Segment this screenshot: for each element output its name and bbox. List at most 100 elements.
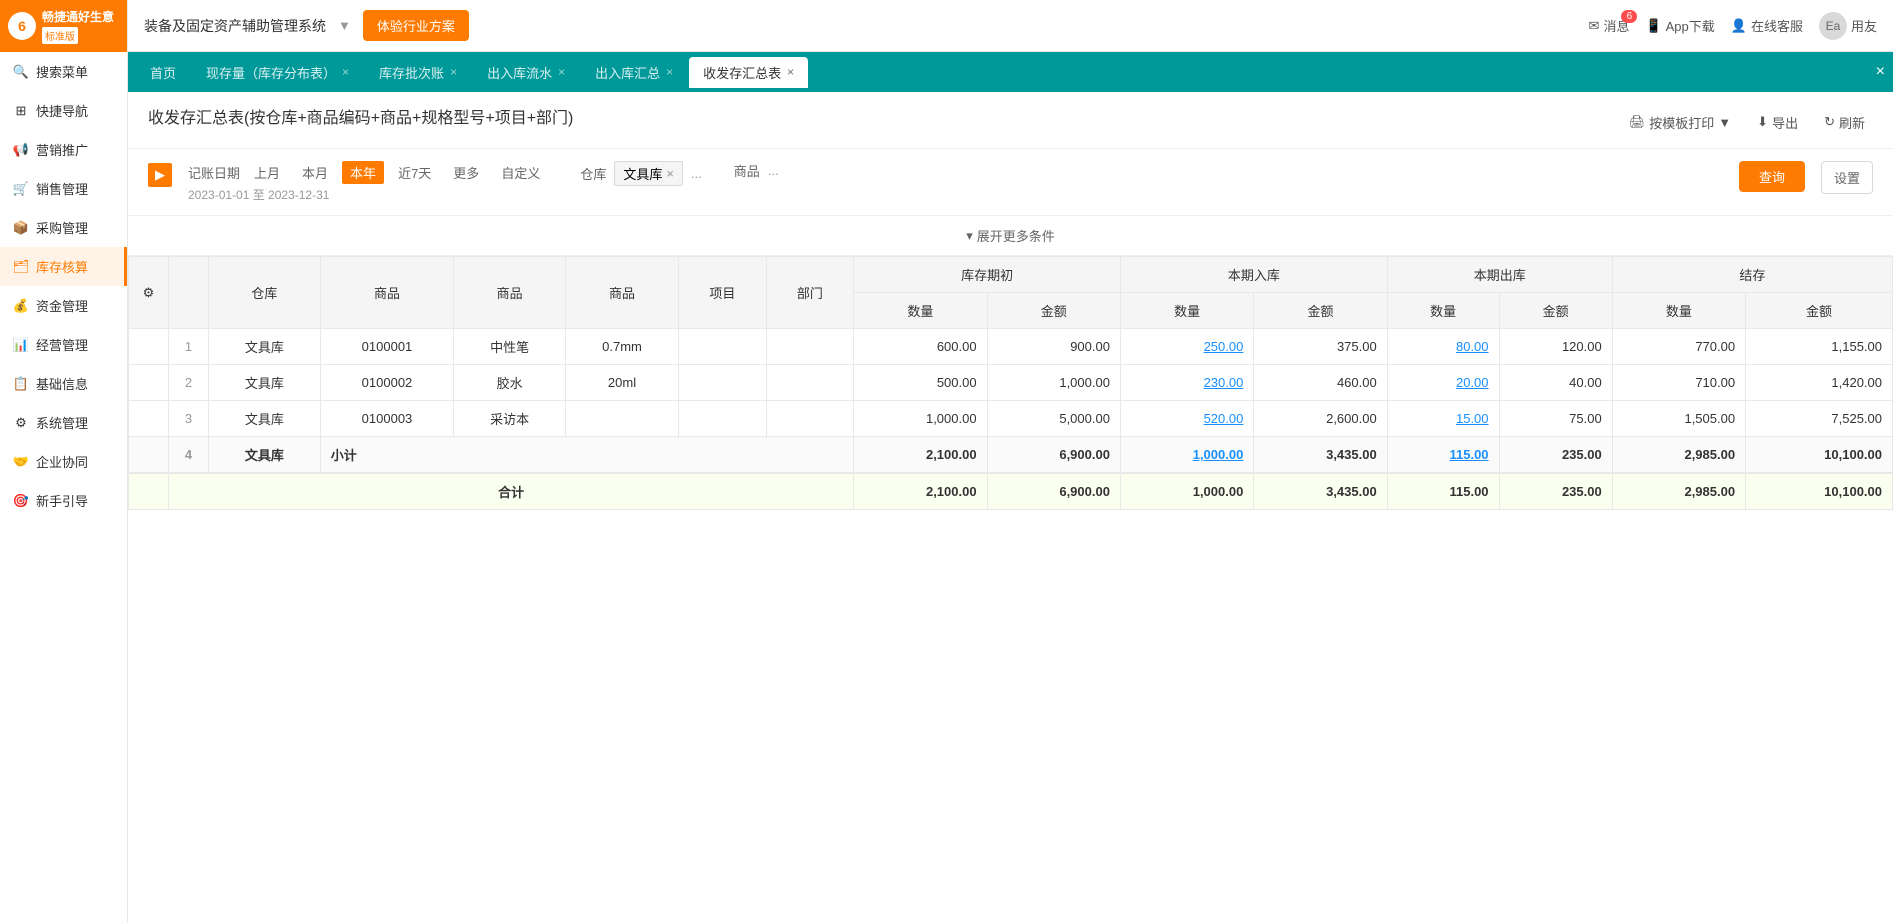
- tab-in-out-flow[interactable]: 出入库流水 ×: [473, 57, 579, 88]
- goods-more[interactable]: ...: [768, 163, 779, 178]
- table-row: 2 文具库 0100002 胶水 20ml 500.00 1,000.00 23…: [129, 365, 1893, 401]
- sidebar-item-basic-info[interactable]: 📋 基础信息: [0, 364, 127, 403]
- sidebar-item-inventory[interactable]: 🗂 库存核算: [0, 247, 127, 286]
- warehouse-filter-section: 仓库 文具库 × ...: [580, 161, 701, 186]
- row2-goods-name: 胶水: [454, 365, 566, 401]
- subtotal-out-qty[interactable]: 115.00: [1387, 437, 1499, 474]
- row3-num: 3: [169, 401, 209, 437]
- row3-out-qty[interactable]: 15.00: [1387, 401, 1499, 437]
- row3-goods-code: 0100003: [320, 401, 453, 437]
- user-action[interactable]: Ea 用友: [1819, 12, 1877, 40]
- sidebar-item-marketing[interactable]: 📢 营销推广: [0, 130, 127, 169]
- basic-info-icon: 📋: [12, 375, 30, 393]
- th-department: 部门: [766, 257, 854, 329]
- row1-balance-qty: 770.00: [1612, 329, 1745, 365]
- message-action[interactable]: ✉ 消息 6: [1589, 16, 1630, 35]
- sidebar-item-system[interactable]: ⚙ 系统管理: [0, 403, 127, 442]
- online-service-action[interactable]: 👤 在线客服: [1731, 16, 1803, 35]
- warehouse-tag[interactable]: 文具库 ×: [614, 161, 683, 186]
- row2-project: [679, 365, 767, 401]
- row1-project: [679, 329, 767, 365]
- subtotal-warehouse: 文具库: [209, 437, 321, 474]
- refresh-button[interactable]: ↻ 刷新: [1816, 109, 1873, 136]
- print-icon: 🖨: [1629, 114, 1646, 130]
- query-button[interactable]: 查询: [1739, 161, 1805, 192]
- sidebar-item-sales[interactable]: 🛒 销售管理: [0, 169, 127, 208]
- date-7days[interactable]: 近7天: [390, 161, 439, 184]
- total-row: 合计 2,100.00 6,900.00 1,000.00 3,435.00 1…: [129, 473, 1893, 510]
- tab-stock-dist-close[interactable]: ×: [342, 65, 349, 79]
- tab-bar: 首页 现存量（库存分布表） × 库存批次账 × 出入库流水 × 出入库汇总 × …: [128, 52, 1893, 92]
- sidebar-item-search[interactable]: 🔍 搜索菜单: [0, 52, 127, 91]
- tab-stock-dist[interactable]: 现存量（库存分布表） ×: [192, 57, 363, 88]
- th-num: [169, 257, 209, 329]
- sidebar-item-finance[interactable]: 💰 资金管理: [0, 286, 127, 325]
- date-more[interactable]: 更多: [445, 161, 487, 184]
- subtotal-balance-qty: 2,985.00: [1612, 437, 1745, 474]
- page-title: 收发存汇总表(按仓库+商品编码+商品+规格型号+项目+部门): [148, 104, 573, 128]
- finance-icon: 💰: [12, 297, 30, 315]
- th-in-qty: 数量: [1120, 293, 1253, 329]
- message-badge: 6: [1621, 10, 1637, 23]
- th-goods-name: 商品: [454, 257, 566, 329]
- tab-home[interactable]: 首页: [136, 57, 190, 88]
- row1-balance-amt: 1,155.00: [1746, 329, 1893, 365]
- th-settings[interactable]: ⚙: [129, 257, 169, 329]
- app-download-action[interactable]: 📱 App下载: [1645, 16, 1714, 35]
- trial-button[interactable]: 体验行业方案: [363, 10, 469, 41]
- tab-receive-send-summary-close[interactable]: ×: [787, 65, 794, 79]
- sidebar-item-quick-nav[interactable]: ⊞ 快捷导航: [0, 91, 127, 130]
- row1-out-qty[interactable]: 80.00: [1387, 329, 1499, 365]
- row2-opening-qty: 500.00: [854, 365, 987, 401]
- warehouse-more[interactable]: ...: [691, 166, 702, 181]
- table-row: 3 文具库 0100003 采访本 1,000.00 5,000.00 520.…: [129, 401, 1893, 437]
- tab-in-out-flow-close[interactable]: ×: [558, 65, 565, 79]
- row1-goods-code: 0100001: [320, 329, 453, 365]
- expand-icon: ▾: [966, 228, 973, 244]
- export-icon: ⬇: [1757, 114, 1768, 130]
- filter-toggle-button[interactable]: ▶: [148, 163, 172, 187]
- date-custom[interactable]: 自定义: [493, 161, 548, 184]
- tab-in-out-summary-close[interactable]: ×: [666, 65, 673, 79]
- row3-project: [679, 401, 767, 437]
- th-project: 项目: [679, 257, 767, 329]
- sidebar-item-operations[interactable]: 📊 经营管理: [0, 325, 127, 364]
- row2-out-qty[interactable]: 20.00: [1387, 365, 1499, 401]
- expand-more-button[interactable]: ▾ 展开更多条件: [958, 222, 1063, 249]
- data-table: ⚙ 仓库 商品 商品 商品 项目 部门 库存期初 本期入库 本期出库 结存: [128, 256, 1893, 510]
- setting-button[interactable]: 设置: [1821, 161, 1873, 194]
- row1-goods-spec: 0.7mm: [565, 329, 678, 365]
- row2-in-qty[interactable]: 230.00: [1120, 365, 1253, 401]
- row1-opening-amt: 900.00: [987, 329, 1120, 365]
- date-label: 记账日期: [188, 163, 240, 182]
- subtotal-balance-amt: 10,100.00: [1746, 437, 1893, 474]
- warehouse-tag-close[interactable]: ×: [666, 166, 674, 181]
- sidebar: 6 畅捷通好生意 标准版 🔍 搜索菜单 ⊞ 快捷导航 📢 营销推广 🛒 销售管理…: [0, 0, 128, 923]
- th-goods-spec: 商品: [565, 257, 678, 329]
- tab-batch-account[interactable]: 库存批次账 ×: [365, 57, 471, 88]
- tab-receive-send-summary[interactable]: 收发存汇总表 ×: [689, 57, 808, 88]
- tab-batch-account-close[interactable]: ×: [450, 65, 457, 79]
- row3-opening-qty: 1,000.00: [854, 401, 987, 437]
- print-button[interactable]: 🖨 按模板打印 ▼: [1621, 109, 1739, 136]
- subtotal-in-qty[interactable]: 1,000.00: [1120, 437, 1253, 474]
- date-this-year[interactable]: 本年: [342, 161, 384, 184]
- total-out-qty: 115.00: [1387, 473, 1499, 510]
- sidebar-item-newbie[interactable]: 🎯 新手引导: [0, 481, 127, 520]
- row3-in-qty[interactable]: 520.00: [1120, 401, 1253, 437]
- tab-bar-close[interactable]: ×: [1876, 63, 1885, 81]
- th-balance-group: 结存: [1612, 257, 1892, 293]
- table-row: 1 文具库 0100001 中性笔 0.7mm 600.00 900.00 25…: [129, 329, 1893, 365]
- th-balance-amt: 金额: [1746, 293, 1893, 329]
- total-settings: [129, 473, 169, 510]
- row1-in-qty[interactable]: 250.00: [1120, 329, 1253, 365]
- date-last-month[interactable]: 上月: [246, 161, 288, 184]
- export-button[interactable]: ⬇ 导出: [1749, 109, 1806, 136]
- sidebar-item-enterprise[interactable]: 🤝 企业协同: [0, 442, 127, 481]
- subtotal-label: 小计: [320, 437, 853, 474]
- goods-filter-section: 商品 ...: [734, 161, 779, 180]
- tab-in-out-summary[interactable]: 出入库汇总 ×: [581, 57, 687, 88]
- date-this-month[interactable]: 本月: [294, 161, 336, 184]
- table-settings-icon[interactable]: ⚙: [143, 285, 155, 300]
- sidebar-item-purchase[interactable]: 📦 采购管理: [0, 208, 127, 247]
